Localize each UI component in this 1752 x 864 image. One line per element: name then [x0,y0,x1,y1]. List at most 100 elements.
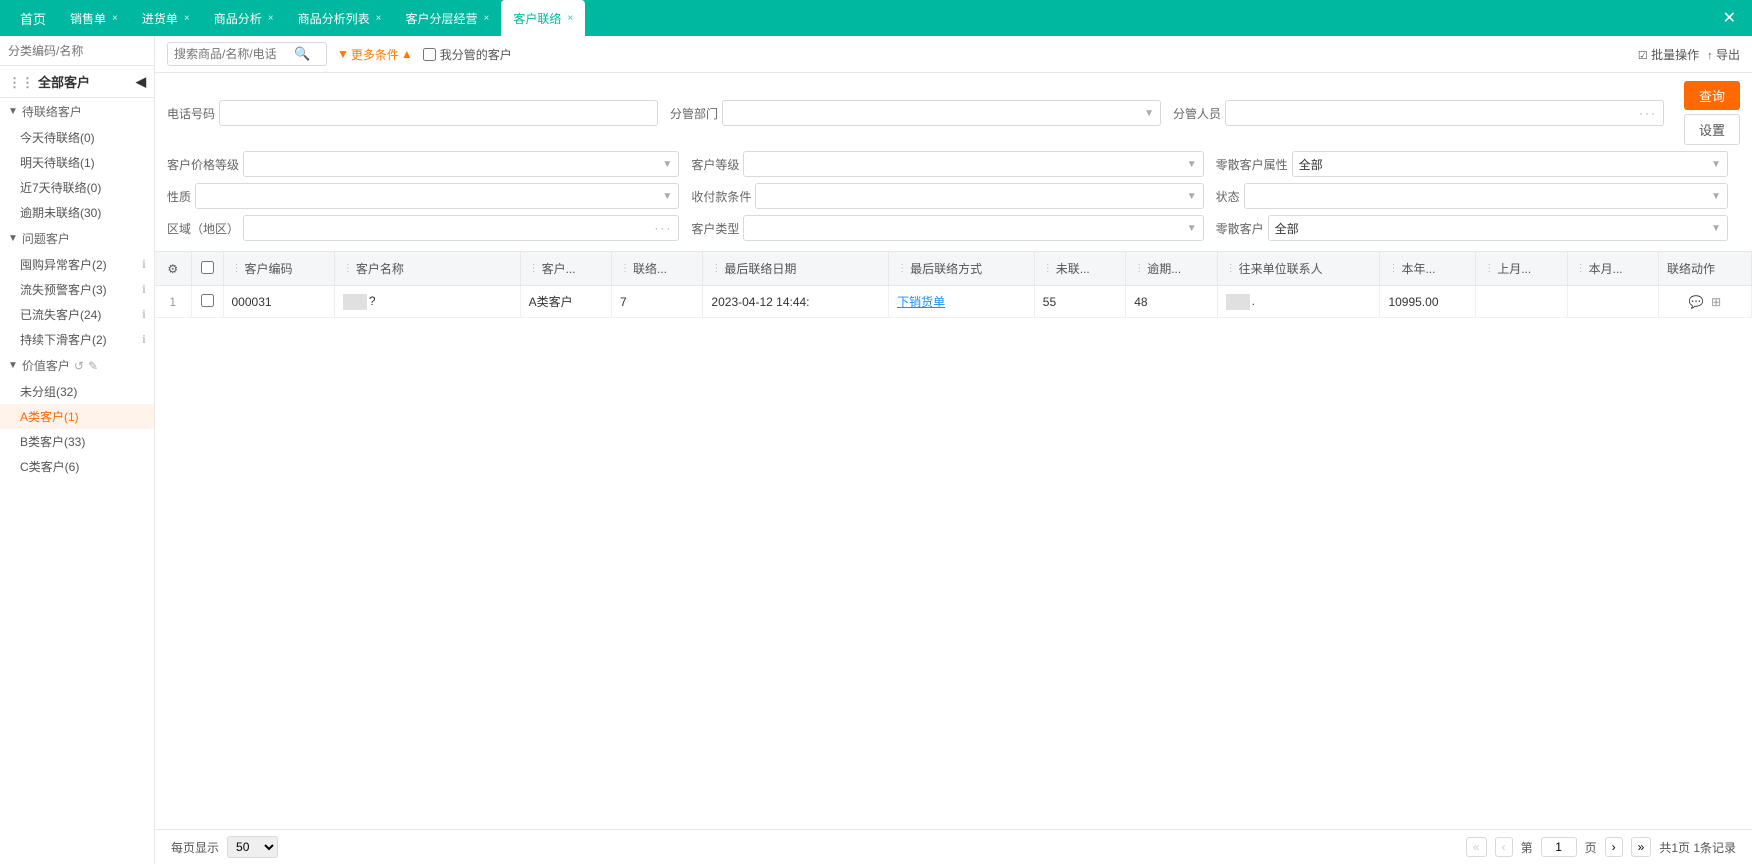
row-checkbox[interactable] [201,294,214,307]
tab-customer-tier-close[interactable]: × [483,13,489,24]
cell-action[interactable]: 💬 ⊞ [1659,286,1752,318]
tab-purchase[interactable]: 进货单 × [130,0,202,36]
tab-product-list-close[interactable]: × [376,13,382,24]
payment-arrow-icon: ▼ [1187,191,1197,202]
th-this-year[interactable]: ⋮ 本年... [1380,252,1476,286]
th-no-contact[interactable]: ⋮ 未联... [1034,252,1125,286]
cell-last-method[interactable]: 下销货单 [889,286,1035,318]
price-level-select[interactable]: ▼ [243,151,679,177]
sidebar-item-today[interactable]: 今天待联络(0) [0,125,154,150]
th-contact[interactable]: ⋮ 联络... [612,252,703,286]
sidebar-item-ungrouped[interactable]: 未分组(32) [0,379,154,404]
sidebar-item-class-c[interactable]: C类客户(6) [0,454,154,479]
th-level[interactable]: ⋮ 客户... [520,252,611,286]
last-page-button[interactable]: » [1631,837,1652,857]
settings-button[interactable]: 设置 [1684,114,1740,145]
batch-op-btn[interactable]: ☑ 批量操作 [1638,46,1699,63]
value-refresh-icon[interactable]: ↺ [74,359,84,373]
th-settings[interactable]: ⚙ [155,252,191,286]
info-icon-warning: ℹ [142,283,146,296]
chat-icon[interactable]: 💬 [1689,295,1704,309]
th-this-month[interactable]: ⋮ 本月... [1567,252,1658,286]
sort-dots-this-month: ⋮ [1576,263,1586,274]
tab-customer-tier[interactable]: 客户分层经营 × [393,0,501,36]
customer-type-arrow-icon: ▼ [1187,223,1197,234]
dept-select[interactable]: ▼ [722,100,1161,126]
filters-row-1: 电话号码 分管部门 ▼ 分管人员 ··· [167,81,1740,145]
status-label: 状态 [1216,188,1240,205]
nature-select[interactable]: ▼ [195,183,679,209]
next-page-button[interactable]: › [1605,837,1623,857]
th-code[interactable]: ⋮ 客户编码 [223,252,334,286]
sidebar-all-customers[interactable]: ⋮⋮全部客户 ◀ [0,66,154,98]
tab-product-list[interactable]: 商品分析列表 × [286,0,394,36]
first-page-button[interactable]: « [1466,837,1487,857]
tab-product-analysis[interactable]: 商品分析 × [202,0,286,36]
sidebar-item-tomorrow[interactable]: 明天待联络(1) [0,150,154,175]
cell-checkbox[interactable] [191,286,223,318]
phone-input[interactable] [219,100,658,126]
value-edit-icon[interactable]: ✎ [88,359,98,373]
global-close-button[interactable]: ✕ [1715,8,1744,28]
grid-icon[interactable]: ⊞ [1711,295,1721,309]
tab-customer-contact-close[interactable]: × [567,13,573,24]
sidebar-item-7days[interactable]: 近7天待联络(0) [0,175,154,200]
customer-level-label: 客户等级 [691,156,739,173]
filter-payment: 收付款条件 ▼ [691,183,1215,209]
th-last-date[interactable]: ⋮ 最后联络日期 [703,252,889,286]
my-customers-checkbox-label[interactable]: 我分管的客户 [423,46,512,63]
region-select[interactable]: ··· [243,215,679,241]
export-btn[interactable]: ↑ 导出 [1707,46,1740,63]
sidebar-item-declining[interactable]: 持续下滑客户(2) ℹ [0,327,154,352]
sidebar-item-warning[interactable]: 流失预警客户(3) ℹ [0,277,154,302]
main-search-icon[interactable]: 🔍 [294,46,310,62]
more-conditions-button[interactable]: ▼ 更多条件 ▲ [337,46,413,63]
status-select[interactable]: ▼ [1244,183,1728,209]
th-unit-contact[interactable]: ⋮ 往来单位联系人 [1217,252,1380,286]
sidebar-item-lost[interactable]: 已流失客户(24) ℹ [0,302,154,327]
tab-product-analysis-close[interactable]: × [268,13,274,24]
select-all-checkbox[interactable] [201,261,214,274]
th-last-method[interactable]: ⋮ 最后联络方式 [889,252,1035,286]
retail-attr-select[interactable]: 全部 ▼ [1292,151,1728,177]
table-header-row: ⚙ ⋮ 客户编码 ⋮ [155,252,1752,286]
prev-page-button[interactable]: ‹ [1495,837,1513,857]
info-icon-declining: ℹ [142,333,146,346]
dept-arrow-icon: ▼ [1144,108,1154,119]
my-customers-checkbox[interactable] [423,48,436,61]
sidebar-group-problem[interactable]: ▼ 问题客户 [0,225,154,252]
home-button[interactable]: 首页 [8,0,58,36]
th-last-month[interactable]: ⋮ 上月... [1476,252,1567,286]
person-select[interactable]: ··· [1225,100,1664,126]
tab-purchase-close[interactable]: × [184,13,190,24]
th-name[interactable]: ⋮ 客户名称 [334,252,520,286]
sidebar-item-class-b[interactable]: B类客户(33) [0,429,154,454]
sidebar-search-input[interactable] [8,44,155,58]
sidebar-group-value[interactable]: ▼ 价值客户 ↺ ✎ [0,352,154,379]
filters-row-4: 区域（地区） ··· 客户类型 ▼ 零散客户 全部 [167,215,1740,241]
sidebar-collapse-icon[interactable]: ◀ [136,74,146,90]
page-size-select[interactable]: 50 100 200 [227,836,278,858]
retail-select[interactable]: 全部 ▼ [1268,215,1728,241]
th-checkbox[interactable] [191,252,223,286]
filter-customer-type: 客户类型 ▼ [691,215,1215,241]
customer-type-select[interactable]: ▼ [743,215,1203,241]
page-input[interactable] [1541,837,1577,857]
sidebar-item-overdue[interactable]: 逾期未联络(30) [0,200,154,225]
sidebar-item-class-a[interactable]: A类客户(1) [0,404,154,429]
payment-select[interactable]: ▼ [755,183,1203,209]
tab-sales[interactable]: 销售单 × [58,0,130,36]
sort-dots-contact: ⋮ [620,263,630,274]
main-search-input[interactable] [174,47,294,61]
customer-level-select[interactable]: ▼ [743,151,1203,177]
sidebar-group-pending[interactable]: ▼ 待联络客户 [0,98,154,125]
search-wrap: 🔍 [167,42,327,66]
query-button[interactable]: 查询 [1684,81,1740,110]
retail-attr-arrow-icon: ▼ [1711,159,1721,170]
th-overdue[interactable]: ⋮ 逾期... [1126,252,1217,286]
tab-customer-contact[interactable]: 客户联络 × [501,0,585,36]
table-settings-icon[interactable]: ⚙ [167,262,178,276]
more-arrow-icon: ▲ [401,47,413,61]
tab-sales-close[interactable]: × [112,13,118,24]
sidebar-item-abnormal[interactable]: 囤购异常客户(2) ℹ [0,252,154,277]
